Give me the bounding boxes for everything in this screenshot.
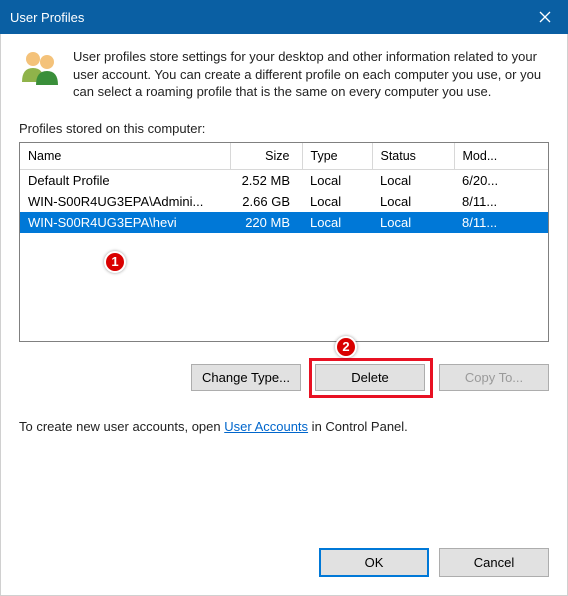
user-profiles-icon <box>19 48 63 88</box>
cell-name: Default Profile <box>20 169 230 191</box>
titlebar: User Profiles <box>0 0 568 34</box>
cell-type: Local <box>302 191 372 212</box>
col-header-status[interactable]: Status <box>372 143 454 170</box>
copy-to-button: Copy To... <box>439 364 549 391</box>
col-header-type[interactable]: Type <box>302 143 372 170</box>
footer-buttons: OK Cancel <box>319 548 549 577</box>
table-row[interactable]: Default Profile 2.52 MB Local Local 6/20… <box>20 169 548 191</box>
cell-modified: 8/11... <box>454 191 548 212</box>
cell-type: Local <box>302 212 372 233</box>
intro-section: User profiles store settings for your de… <box>19 48 549 101</box>
change-type-button[interactable]: Change Type... <box>191 364 301 391</box>
col-header-modified[interactable]: Mod... <box>454 143 548 170</box>
col-header-size[interactable]: Size <box>230 143 302 170</box>
cell-name: WIN-S00R4UG3EPA\Admini... <box>20 191 230 212</box>
note-prefix: To create new user accounts, open <box>19 419 224 434</box>
col-header-name[interactable]: Name <box>20 143 230 170</box>
ok-button[interactable]: OK <box>319 548 429 577</box>
profiles-list-label: Profiles stored on this computer: <box>19 121 549 136</box>
dialog-content: User profiles store settings for your de… <box>0 34 568 596</box>
cell-status: Local <box>372 169 454 191</box>
cell-size: 220 MB <box>230 212 302 233</box>
window-title: User Profiles <box>10 10 84 25</box>
table-row[interactable]: WIN-S00R4UG3EPA\Admini... 2.66 GB Local … <box>20 191 548 212</box>
cell-status: Local <box>372 191 454 212</box>
delete-button[interactable]: Delete <box>315 364 425 391</box>
table-row-selected[interactable]: WIN-S00R4UG3EPA\hevi 220 MB Local Local … <box>20 212 548 233</box>
intro-text: User profiles store settings for your de… <box>73 48 549 101</box>
cell-type: Local <box>302 169 372 191</box>
user-accounts-link[interactable]: User Accounts <box>224 419 308 434</box>
close-button[interactable] <box>522 0 568 34</box>
cell-size: 2.52 MB <box>230 169 302 191</box>
close-icon <box>539 11 551 23</box>
cell-name: WIN-S00R4UG3EPA\hevi <box>20 212 230 233</box>
callout-1: 1 <box>104 251 126 273</box>
profile-buttons-row: Change Type... Delete Copy To... 2 <box>19 364 549 391</box>
cell-status: Local <box>372 212 454 233</box>
cell-modified: 6/20... <box>454 169 548 191</box>
note-line: To create new user accounts, open User A… <box>19 419 549 434</box>
cell-size: 2.66 GB <box>230 191 302 212</box>
profiles-table[interactable]: Name Size Type Status Mod... Default Pro… <box>19 142 549 342</box>
cell-modified: 8/11... <box>454 212 548 233</box>
note-suffix: in Control Panel. <box>308 419 408 434</box>
cancel-button[interactable]: Cancel <box>439 548 549 577</box>
